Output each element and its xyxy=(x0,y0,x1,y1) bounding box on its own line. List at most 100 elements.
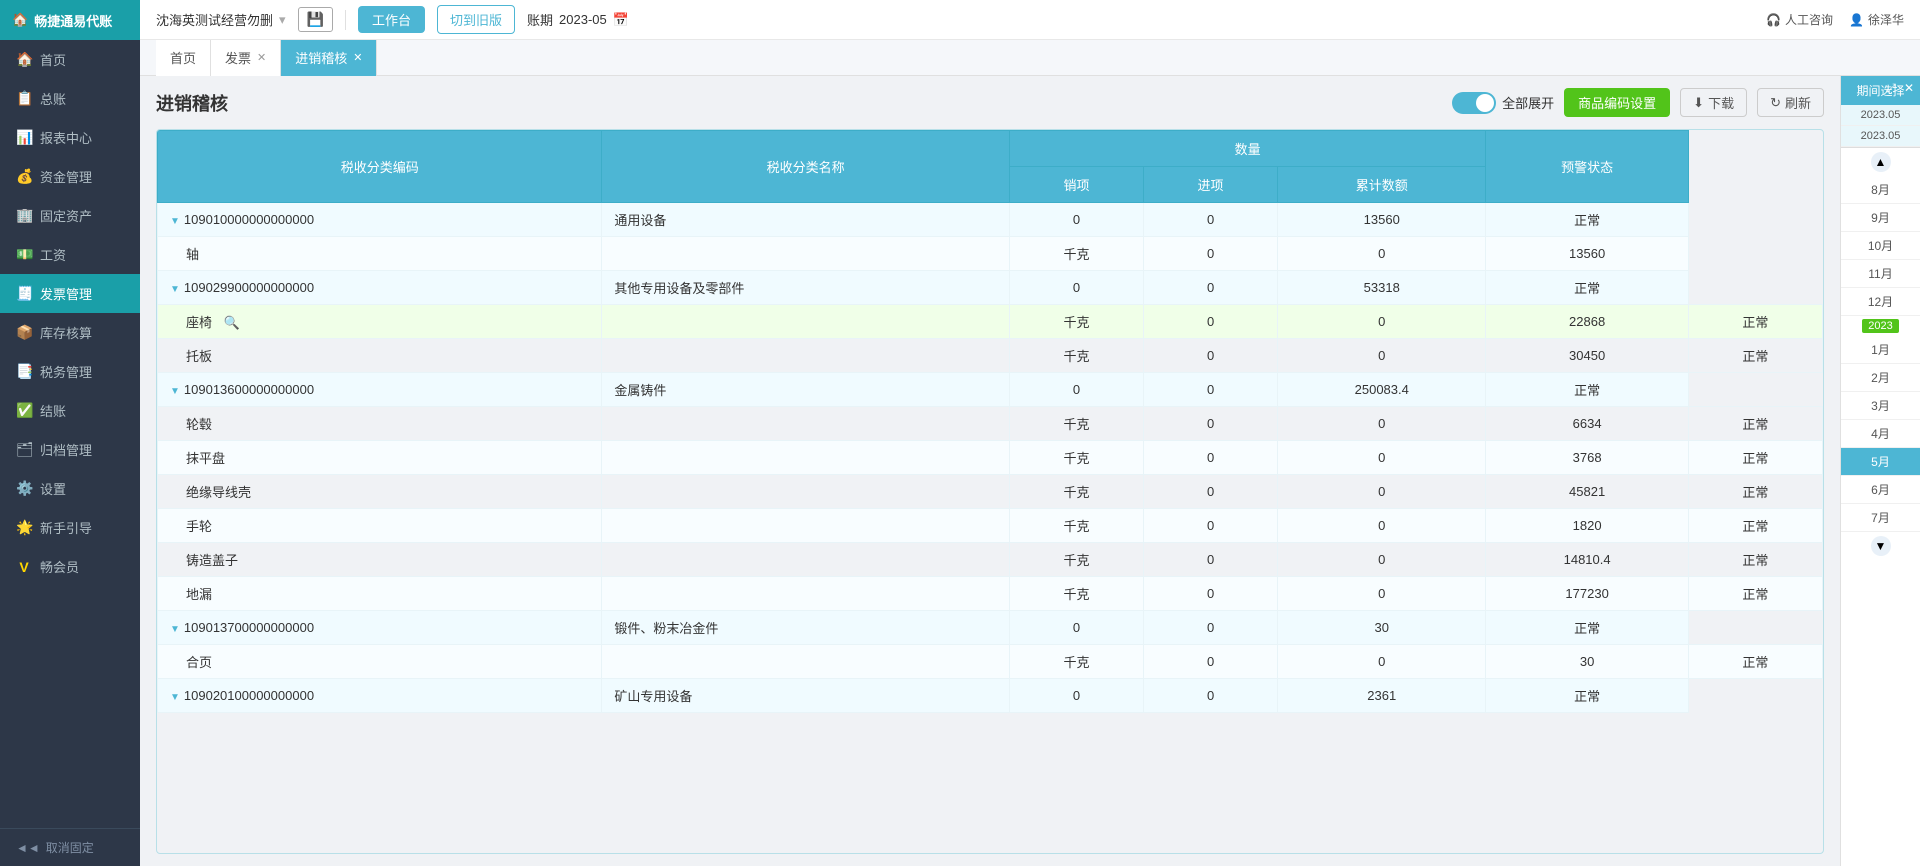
sidebar-item-archive[interactable]: 🗂 归档管理 xyxy=(0,430,140,469)
period-top-item-2[interactable]: 2023.05 xyxy=(1841,126,1920,147)
sidebar-item-invoice[interactable]: 🧾 发票管理 xyxy=(0,274,140,313)
pin-label: 取消固定 xyxy=(46,839,94,856)
table-row: 地漏 千克 0 0 177230 正常 xyxy=(158,577,1823,611)
cell-sales: 0 xyxy=(1144,407,1278,441)
cell-code: 铸造盖子 xyxy=(158,543,602,577)
col-quantity-group: 数量 xyxy=(1009,131,1486,167)
reports-icon: 📊 xyxy=(16,129,32,146)
period-item-2[interactable]: 2月 xyxy=(1841,364,1920,392)
cell-sales: 0 xyxy=(1009,271,1143,305)
period-item-3[interactable]: 3月 xyxy=(1841,392,1920,420)
cell-warning: 正常 xyxy=(1486,373,1688,407)
sidebar-item-settlement[interactable]: ✅ 结账 xyxy=(0,391,140,430)
page-content: 进销稽核 全部展开 商品编码设置 ⬇ 下载 ↻ 刷 xyxy=(140,76,1920,866)
period-item-8[interactable]: 8月 xyxy=(1841,176,1920,204)
switch-version-button[interactable]: 切到旧版 xyxy=(437,5,515,34)
refresh-button[interactable]: ↻ 刷新 xyxy=(1757,88,1824,117)
cell-sales: 0 xyxy=(1009,373,1143,407)
year-label-row: 2023 xyxy=(1841,316,1920,336)
period-item-7[interactable]: 7月 xyxy=(1841,504,1920,532)
tab-reconcile[interactable]: 进销稽核 ✕ xyxy=(281,40,377,76)
col-tax-name: 税收分类名称 xyxy=(602,131,1010,203)
period-expand-button[interactable]: ⤢ xyxy=(1886,81,1896,96)
table-row: ▼109013600000000000 金属铸件 0 0 250083.4 正常 xyxy=(158,373,1823,407)
tab-home[interactable]: 首页 xyxy=(156,40,211,76)
period-item-11[interactable]: 11月 xyxy=(1841,260,1920,288)
sidebar-pin-toggle[interactable]: ◄◄ 取消固定 xyxy=(0,828,140,866)
cell-code: ▼109010000000000000 xyxy=(158,203,602,237)
cell-warning: 正常 xyxy=(1486,271,1688,305)
product-code-button[interactable]: 商品编码设置 xyxy=(1564,88,1670,117)
sidebar-item-tax[interactable]: 📑 税务管理 xyxy=(0,352,140,391)
support-link[interactable]: 🎧 人工咨询 xyxy=(1766,11,1833,28)
cell-unit: 千克 xyxy=(1009,577,1143,611)
cell-warning: 正常 xyxy=(1688,305,1822,339)
cell-total: 45821 xyxy=(1486,475,1688,509)
sidebar-item-payroll[interactable]: 💵 工资 xyxy=(0,235,140,274)
cell-code: 合页 xyxy=(158,645,602,679)
table-row: 绝缘导线壳 千克 0 0 45821 正常 xyxy=(158,475,1823,509)
settlement-icon: ✅ xyxy=(16,402,32,419)
toggle-track[interactable] xyxy=(1452,92,1496,114)
download-button[interactable]: ⬇ 下载 xyxy=(1680,88,1747,117)
period-item-6[interactable]: 6月 xyxy=(1841,476,1920,504)
tab-invoice-label: 发票 xyxy=(225,48,251,67)
sidebar-item-settings[interactable]: ⚙️ 设置 xyxy=(0,469,140,508)
sidebar-item-guide[interactable]: 🌟 新手引导 xyxy=(0,508,140,547)
toggle-label: 全部展开 xyxy=(1502,93,1554,112)
period-item-5[interactable]: 5月 xyxy=(1841,448,1920,476)
cell-sales: 0 xyxy=(1144,339,1278,373)
cell-sales: 0 xyxy=(1144,305,1278,339)
cell-warning: 正常 xyxy=(1688,441,1822,475)
sidebar-item-assets[interactable]: 🏢 固定资产 xyxy=(0,196,140,235)
cell-purchase: 0 xyxy=(1278,645,1486,679)
tab-invoice-close[interactable]: ✕ xyxy=(257,51,266,64)
save-button[interactable]: 💾 xyxy=(298,7,333,32)
cell-name xyxy=(602,543,1010,577)
topbar-right: 🎧 人工咨询 👤 徐泽华 xyxy=(1766,11,1904,28)
cell-code: 抹平盘 xyxy=(158,441,602,475)
assets-icon: 🏢 xyxy=(16,207,32,224)
sidebar-item-vip[interactable]: V 畅会员 xyxy=(0,547,140,586)
cell-total: 13560 xyxy=(1278,203,1486,237)
tab-reconcile-close[interactable]: ✕ xyxy=(353,51,362,64)
company-selector[interactable]: 沈海英测试经营勿删 ▾ xyxy=(156,10,286,29)
cell-purchase: 0 xyxy=(1278,237,1486,271)
search-icon[interactable]: 🔍 xyxy=(224,315,240,330)
user-menu[interactable]: 👤 徐泽华 xyxy=(1849,11,1904,28)
archive-icon: 🗂 xyxy=(16,441,32,458)
period-top-item-1[interactable]: 2023.05 xyxy=(1841,105,1920,126)
ledger-icon: 📋 xyxy=(16,90,32,107)
period-item-10[interactable]: 10月 xyxy=(1841,232,1920,260)
period-item-12[interactable]: 12月 xyxy=(1841,288,1920,316)
user-name: 徐泽华 xyxy=(1868,11,1904,28)
cell-name xyxy=(602,237,1010,271)
cell-purchase: 0 xyxy=(1144,679,1278,713)
cell-warning: 正常 xyxy=(1486,203,1688,237)
page-header: 进销稽核 全部展开 商品编码设置 ⬇ 下载 ↻ 刷 xyxy=(156,88,1824,117)
cell-name: 锻件、粉末冶金件 xyxy=(602,611,1010,645)
sidebar-item-home[interactable]: 🏠 首页 xyxy=(0,40,140,79)
cell-warning: 正常 xyxy=(1688,645,1822,679)
cell-name: 金属铸件 xyxy=(602,373,1010,407)
cell-sales: 0 xyxy=(1144,441,1278,475)
period-down-button[interactable]: ▼ xyxy=(1871,536,1891,556)
period-up-button[interactable]: ▲ xyxy=(1871,152,1891,172)
company-name: 沈海英测试经营勿删 xyxy=(156,10,273,29)
calendar-icon[interactable]: 📅 xyxy=(613,12,629,28)
sidebar-item-label: 发票管理 xyxy=(40,284,92,303)
period-item-1[interactable]: 1月 xyxy=(1841,336,1920,364)
workbench-button[interactable]: 工作台 xyxy=(358,6,425,33)
period-item-9[interactable]: 9月 xyxy=(1841,204,1920,232)
sidebar-item-reports[interactable]: 📊 报表中心 xyxy=(0,118,140,157)
period-item-4[interactable]: 4月 xyxy=(1841,420,1920,448)
tab-invoice[interactable]: 发票 ✕ xyxy=(211,40,281,76)
sidebar-item-label: 结账 xyxy=(40,401,66,420)
sidebar-item-funds[interactable]: 💰 资金管理 xyxy=(0,157,140,196)
expand-toggle[interactable]: 全部展开 xyxy=(1452,92,1554,114)
sidebar-item-ledger[interactable]: 📋 总账 xyxy=(0,79,140,118)
cell-code: ▼109020100000000000 xyxy=(158,679,602,713)
period-close-button[interactable]: ✕ xyxy=(1904,81,1914,95)
sidebar-item-inventory[interactable]: 📦 库存核算 xyxy=(0,313,140,352)
sidebar-item-label: 总账 xyxy=(40,89,66,108)
